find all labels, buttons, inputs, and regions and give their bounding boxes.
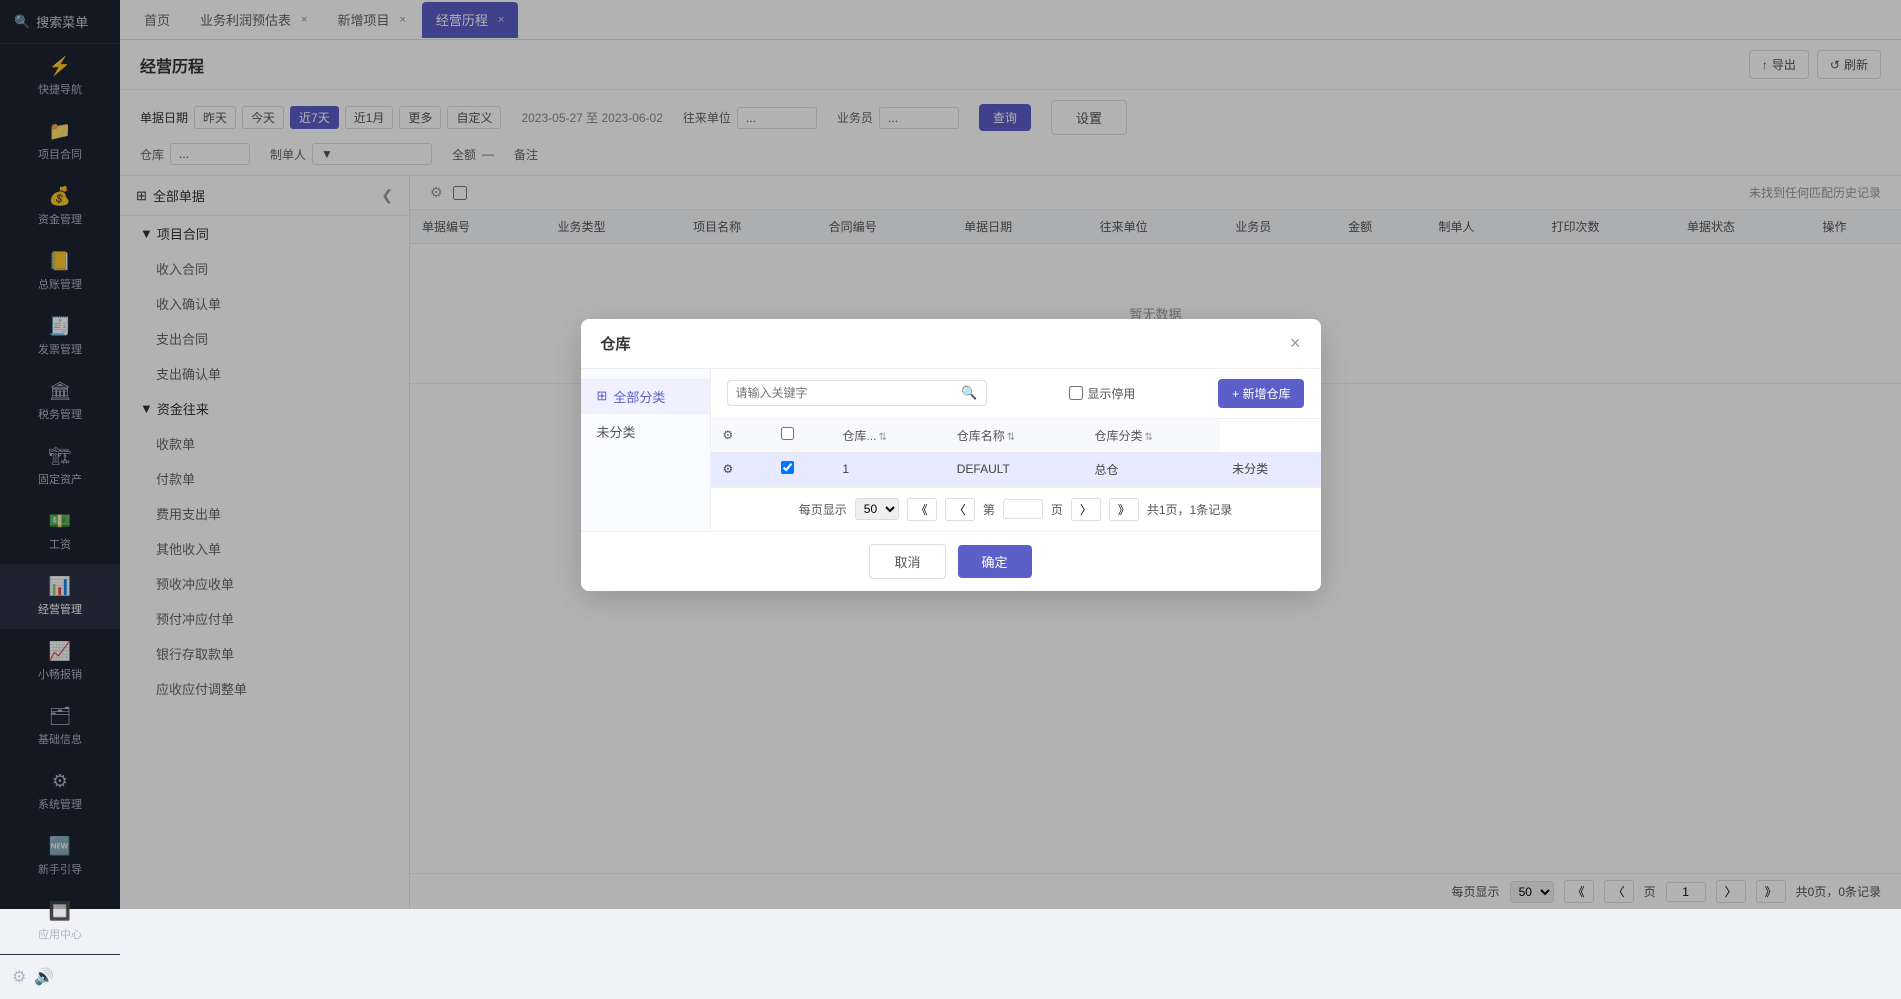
row-category-1: 未分类 xyxy=(1220,452,1320,486)
modal-page-input[interactable]: 1 xyxy=(1003,499,1043,519)
row-name-1: 总仓 xyxy=(1082,452,1220,486)
row-gear-icon: ⚙ xyxy=(723,462,734,476)
modal-pagination: 每页显示 50 《 〈 第 1 页 〉 》 共1页，1条记录 xyxy=(711,487,1321,531)
modal-header: 仓库 × xyxy=(581,319,1321,369)
modal-select-all[interactable] xyxy=(781,427,794,440)
modal-page-label: 第 xyxy=(983,501,995,518)
modal-table: ⚙ 仓库...⇅仓库名称⇅仓库分类⇅ ⚙ 1 DEFAULT 总仓 未分类 xyxy=(711,419,1321,487)
sound-icon[interactable]: 🔊 xyxy=(34,967,54,987)
modal-col-code: 仓库...⇅ xyxy=(830,419,944,453)
modal-per-page-label: 每页显示 xyxy=(799,501,847,518)
modal-prev-btn[interactable]: 〈 xyxy=(945,498,975,521)
modal-toolbar: 🔍 显示停用 + 新增仓库 xyxy=(711,369,1321,419)
modal-col-checkbox[interactable] xyxy=(769,419,831,453)
modal-page-suffix: 页 xyxy=(1051,501,1063,518)
row-settings-1[interactable]: ⚙ xyxy=(711,452,769,486)
sidebar-label-apps: 应用中心 xyxy=(38,926,82,942)
modal-right-panel: 🔍 显示停用 + 新增仓库 ⚙ 仓库...⇅仓库名称⇅仓库分类⇅ ⚙ 1 xyxy=(711,369,1321,531)
settings-col-icon[interactable]: ⚙ xyxy=(723,428,734,442)
modal-overlay: 仓库 × ⊞ 全部分类 未分类 🔍 显示停用 + 新增 xyxy=(0,0,1901,909)
modal-left-panel: ⊞ 全部分类 未分类 xyxy=(581,369,711,531)
modal-title: 仓库 xyxy=(601,333,631,354)
modal-col-settings[interactable]: ⚙ xyxy=(711,419,769,453)
modal-table-row[interactable]: ⚙ 1 DEFAULT 总仓 未分类 xyxy=(711,452,1321,486)
modal-col-category: 仓库分类⇅ xyxy=(1082,419,1220,453)
modal-col-name: 仓库名称⇅ xyxy=(945,419,1083,453)
warehouse-modal: 仓库 × ⊞ 全部分类 未分类 🔍 显示停用 + 新增 xyxy=(581,319,1321,591)
row-code-1: DEFAULT xyxy=(945,452,1083,486)
show-disabled-checkbox[interactable] xyxy=(1069,386,1083,400)
modal-total-info: 共1页，1条记录 xyxy=(1147,501,1232,518)
sidebar-bottom: ⚙ 🔊 xyxy=(0,954,120,999)
row-id-1: 1 xyxy=(830,452,944,486)
modal-footer: 取消 确定 xyxy=(581,531,1321,591)
modal-first-btn[interactable]: 《 xyxy=(907,498,937,521)
confirm-button[interactable]: 确定 xyxy=(958,545,1032,578)
row-checkbox-1[interactable] xyxy=(769,452,831,486)
modal-last-btn[interactable]: 》 xyxy=(1109,498,1139,521)
cancel-button[interactable]: 取消 xyxy=(869,544,945,579)
search-box: 🔍 xyxy=(727,380,987,406)
modal-category-all[interactable]: ⊞ 全部分类 xyxy=(581,379,710,414)
show-disabled-label: 显示停用 xyxy=(1087,385,1135,402)
modal-per-page-select[interactable]: 50 xyxy=(855,498,899,520)
add-warehouse-button[interactable]: + 新增仓库 xyxy=(1218,379,1304,408)
search-icon: 🔍 xyxy=(961,385,977,401)
modal-close-button[interactable]: × xyxy=(1290,333,1301,354)
modal-category-unclassified[interactable]: 未分类 xyxy=(581,414,710,449)
show-disabled-option: 显示停用 xyxy=(1069,385,1135,402)
settings-icon[interactable]: ⚙ xyxy=(12,967,26,987)
modal-next-btn[interactable]: 〉 xyxy=(1071,498,1101,521)
search-input[interactable] xyxy=(736,386,956,400)
modal-body: ⊞ 全部分类 未分类 🔍 显示停用 + 新增仓库 xyxy=(581,369,1321,531)
